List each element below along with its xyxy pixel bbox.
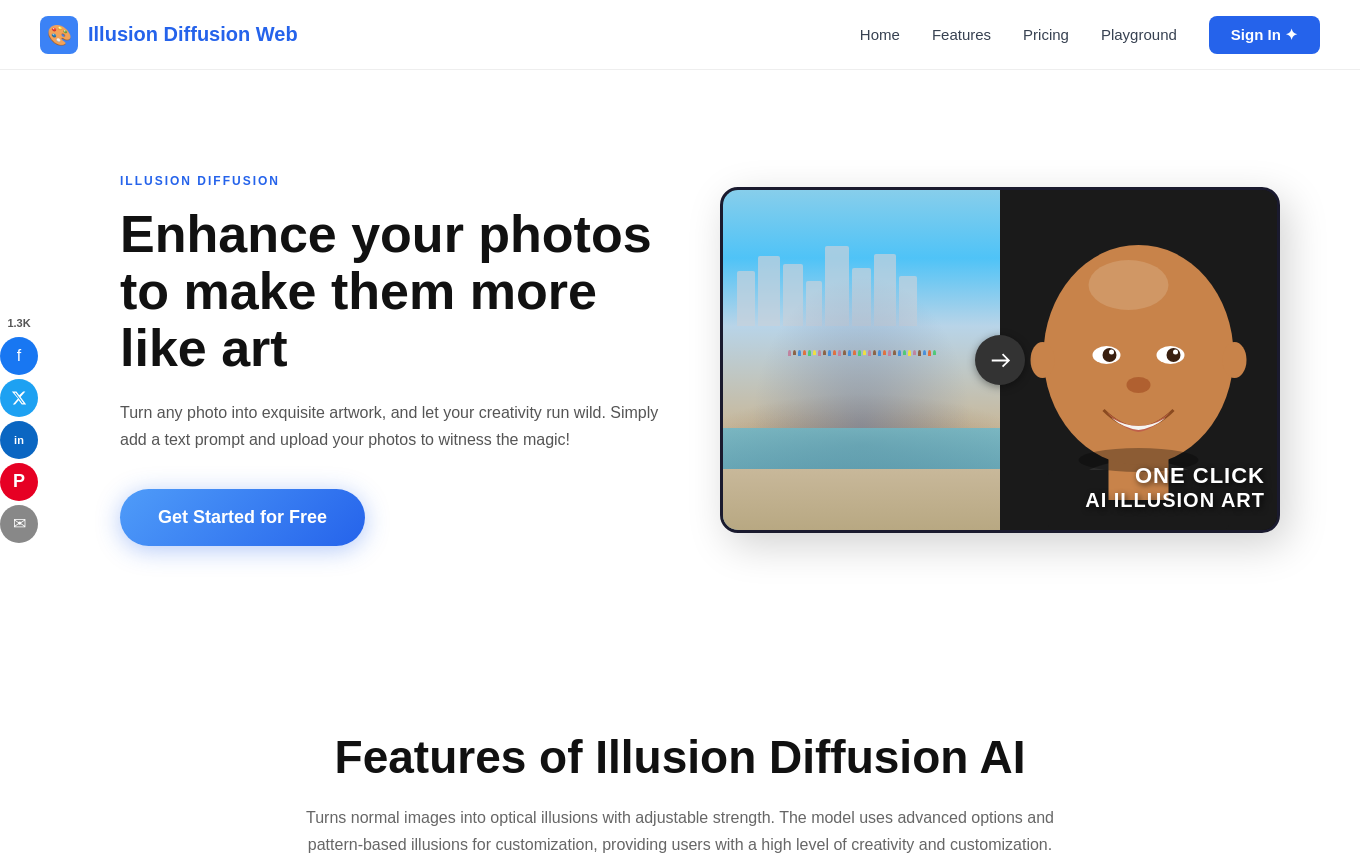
overlay-line1: ONE CLICK	[1085, 463, 1265, 489]
svg-point-11	[1173, 350, 1178, 355]
nav-features[interactable]: Features	[932, 26, 991, 43]
svg-point-12	[1127, 377, 1151, 393]
logo-link[interactable]: 🎨 Illusion Diffusion Web	[40, 16, 298, 54]
overlay-text: ONE CLICK AI ILLUSION ART	[1085, 463, 1265, 512]
features-section: Features of Illusion Diffusion AI Turns …	[0, 650, 1360, 859]
hero-content: ILLUSION DIFFUSION Enhance your photos t…	[120, 174, 660, 547]
features-description: Turns normal images into optical illusio…	[280, 804, 1080, 858]
linkedin-share-button[interactable]: in	[0, 421, 38, 459]
hero-image-inner: ONE CLICK AI ILLUSION ART	[723, 190, 1277, 530]
svg-point-14	[1223, 342, 1247, 378]
hero-image-panel: ONE CLICK AI ILLUSION ART	[720, 187, 1280, 533]
hero-section: ILLUSION DIFFUSION Enhance your photos t…	[0, 70, 1360, 650]
svg-point-10	[1109, 350, 1114, 355]
logo-icon: 🎨	[40, 16, 78, 54]
pinterest-share-button[interactable]: P	[0, 463, 38, 501]
hero-title: Enhance your photos to make them more li…	[120, 206, 660, 378]
svg-point-8	[1103, 348, 1117, 362]
hero-image-container: ONE CLICK AI ILLUSION ART	[720, 187, 1280, 533]
social-sidebar: 1.3K f in P ✉	[0, 307, 38, 553]
hero-tag: ILLUSION DIFFUSION	[120, 174, 660, 188]
svg-point-9	[1167, 348, 1181, 362]
svg-point-13	[1031, 342, 1055, 378]
get-started-button[interactable]: Get Started for Free	[120, 489, 365, 546]
beach-image	[723, 190, 1000, 530]
hero-description: Turn any photo into exquisite artwork, a…	[120, 399, 660, 453]
logo-text: Illusion Diffusion Web	[88, 23, 298, 46]
social-count: 1.3K	[7, 317, 30, 329]
nav-home[interactable]: Home	[860, 26, 900, 43]
arrow-divider-icon	[975, 335, 1025, 385]
nav-playground[interactable]: Playground	[1101, 26, 1177, 43]
navbar: 🎨 Illusion Diffusion Web Home Features P…	[0, 0, 1360, 70]
signin-button[interactable]: Sign In ✦	[1209, 16, 1320, 54]
svg-point-5	[1089, 260, 1169, 310]
nav-pricing[interactable]: Pricing	[1023, 26, 1069, 43]
features-title: Features of Illusion Diffusion AI	[40, 730, 1320, 784]
facebook-share-button[interactable]: f	[0, 337, 38, 375]
nav-links: Home Features Pricing Playground Sign In…	[860, 16, 1320, 54]
overlay-line2: AI ILLUSION ART	[1085, 489, 1265, 512]
twitter-share-button[interactable]	[0, 379, 38, 417]
email-share-button[interactable]: ✉	[0, 505, 38, 543]
